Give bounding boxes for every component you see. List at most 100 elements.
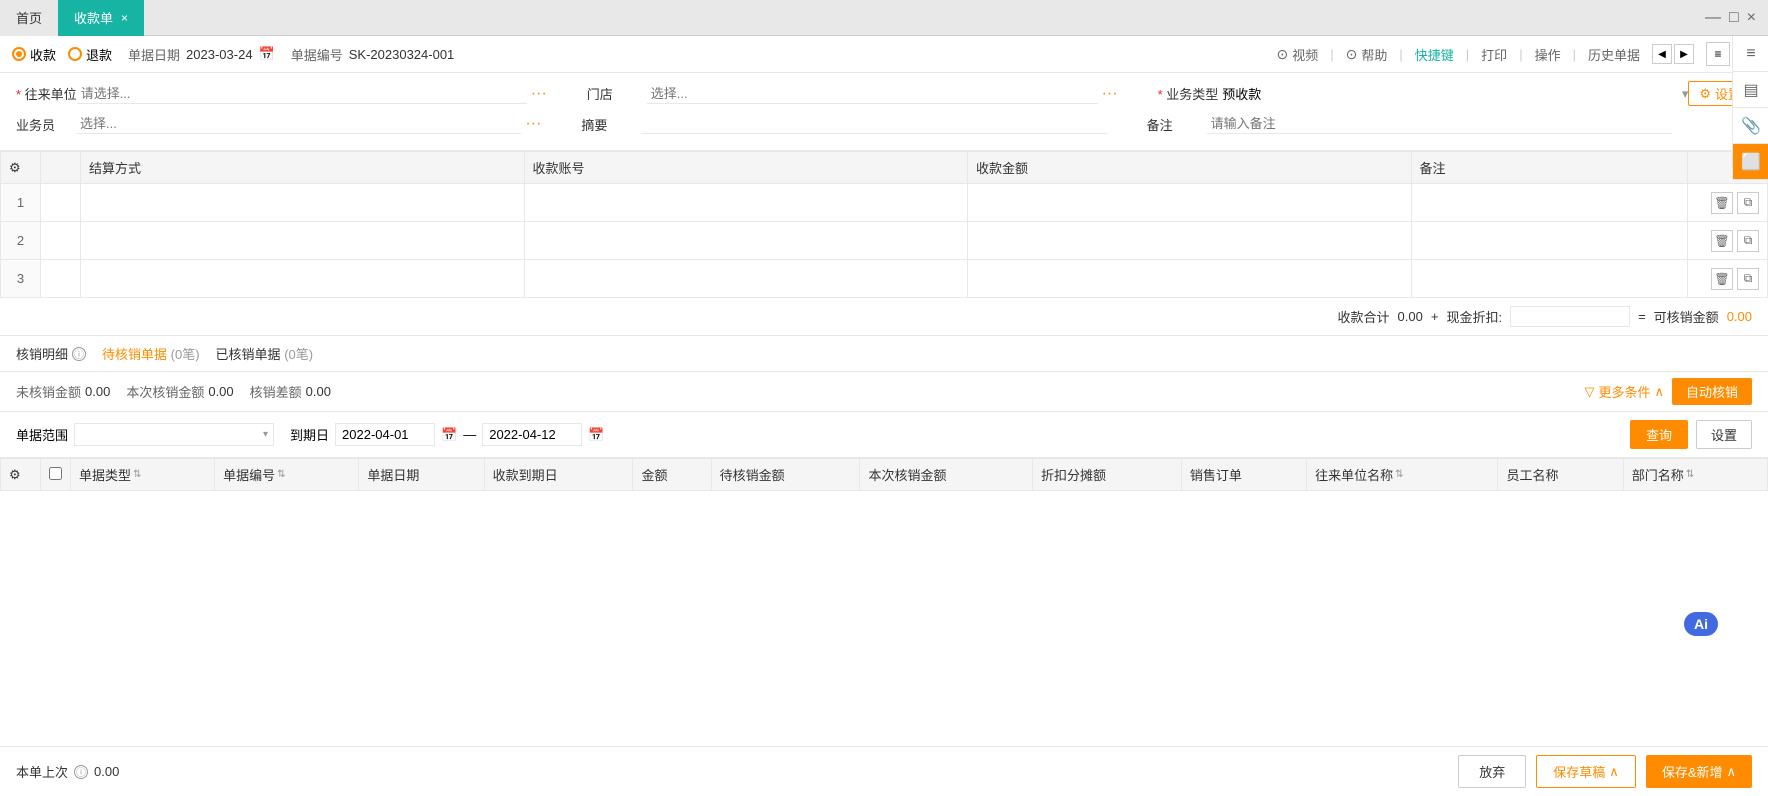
notes-field: 备注 <box>1147 114 1672 134</box>
shortcut-btn[interactable]: 快捷键 <box>1415 45 1454 64</box>
row-2-amount[interactable] <box>968 222 1412 260</box>
form-row-1: 往来单位 ··· 门店 ··· 业务类型 预收款 ▾ ⚙ 设置 <box>16 81 1752 106</box>
radio-tuikuan[interactable]: 退款 <box>68 45 112 64</box>
summary-input[interactable] <box>641 114 1106 134</box>
data-table-section: ⚙ 结算方式 收款账号 收款金额 备注 操作 <box>0 151 1768 298</box>
row-1-delete-btn[interactable]: 🗑 <box>1711 192 1733 214</box>
right-panel-icon-1[interactable]: ≡ <box>1733 36 1768 72</box>
auto-writeoff-btn[interactable]: 自动核销 <box>1672 378 1752 405</box>
salesperson-label: 业务员 <box>16 115 76 134</box>
shop-more-btn[interactable]: ··· <box>1102 85 1118 103</box>
maximize-icon[interactable]: □ <box>1729 9 1739 27</box>
business-type-value: 预收款 <box>1218 82 1682 105</box>
toolbar-right: ⊙ 视频 | ⊙ 帮助 | 快捷键 | 打印 | 操作 | 历史单据 <box>1276 42 1756 66</box>
row-1-account[interactable] <box>524 184 968 222</box>
calendar-to-icon[interactable]: 📅 <box>588 427 604 443</box>
abandon-btn[interactable]: 放弃 <box>1458 755 1526 788</box>
right-panel-icon-3[interactable]: 📎 <box>1733 108 1768 144</box>
calendar-from-icon[interactable]: 📅 <box>441 427 457 443</box>
row-1-notes[interactable] <box>1411 184 1687 222</box>
row-2-notes[interactable] <box>1411 222 1687 260</box>
tab-home-label: 首页 <box>16 8 42 27</box>
salesperson-input[interactable] <box>76 114 521 134</box>
col-sales-order-label: 销售订单 <box>1190 468 1242 483</box>
close-icon[interactable]: × <box>1747 9 1756 27</box>
radio-shoukuan[interactable]: 收款 <box>12 45 56 64</box>
col-doc-num-label: 单据编号 <box>223 465 275 484</box>
print-btn[interactable]: 打印 <box>1481 45 1507 64</box>
bench-info-icon[interactable]: ⓘ <box>74 765 88 779</box>
table-row: 3 🗑 ⧉ <box>1 260 1768 298</box>
range-select-wrap: ▾ <box>74 423 274 446</box>
notes-col-label: 备注 <box>1420 161 1446 176</box>
table-settings-btn[interactable]: 设置 <box>1696 420 1752 449</box>
table-row: 1 🗑 ⧉ <box>1 184 1768 222</box>
summary-label: 摘要 <box>581 115 641 134</box>
bottom-checkbox-header <box>41 459 71 491</box>
date-value[interactable]: 2023-03-24 <box>186 47 253 62</box>
row-3-actions: 🗑 ⧉ <box>1688 260 1768 298</box>
shop-input[interactable] <box>647 84 1098 104</box>
row-3-delete-btn[interactable]: 🗑 <box>1711 268 1733 290</box>
row-3-copy-btn[interactable]: ⧉ <box>1737 268 1759 290</box>
row-1-copy-btn[interactable]: ⧉ <box>1737 192 1759 214</box>
number-value[interactable]: SK-20230324-001 <box>349 47 455 62</box>
tab-home[interactable]: 首页 <box>0 0 58 36</box>
save-draft-btn[interactable]: 保存草稿 ∧ <box>1536 755 1636 788</box>
tab-current[interactable]: 收款单 × <box>58 0 144 36</box>
table-gear-header[interactable]: ⚙ <box>1 152 41 184</box>
row-3-account[interactable] <box>524 260 968 298</box>
row-2-account[interactable] <box>524 222 968 260</box>
notes-input[interactable] <box>1207 114 1672 134</box>
total-value: 0.00 <box>1398 309 1423 324</box>
nav-next[interactable]: ▶ <box>1674 44 1694 64</box>
minimize-icon[interactable]: — <box>1705 9 1721 27</box>
table-settlement-header: 结算方式 <box>81 152 525 184</box>
row-1-amount[interactable] <box>968 184 1412 222</box>
select-all-checkbox[interactable] <box>49 467 62 480</box>
col-doc-date: 单据日期 <box>359 459 484 491</box>
row-3-notes[interactable] <box>1411 260 1687 298</box>
row-3-settlement[interactable] <box>81 260 525 298</box>
range-label: 单据范围 <box>16 425 68 444</box>
bottom-gear-header[interactable]: ⚙ <box>1 459 41 491</box>
range-select[interactable] <box>74 423 274 446</box>
more-conditions-label: 更多条件 <box>1598 382 1650 401</box>
row-3-amount[interactable] <box>968 260 1412 298</box>
save-new-btn[interactable]: 保存&新增 ∧ <box>1646 755 1752 788</box>
partner-more-btn[interactable]: ··· <box>531 85 547 103</box>
ai-badge[interactable]: Ai <box>1684 612 1718 636</box>
nav-prev[interactable]: ◀ <box>1652 44 1672 64</box>
calendar-icon[interactable]: 📅 <box>259 46 275 62</box>
query-btn[interactable]: 查询 <box>1630 420 1688 449</box>
partner-input[interactable] <box>77 84 527 104</box>
video-btn[interactable]: ⊙ 视频 <box>1276 45 1318 64</box>
date-from-input[interactable] <box>335 423 435 446</box>
shortcut-label: 快捷键 <box>1415 45 1454 64</box>
partner-field: 往来单位 ··· <box>16 84 547 104</box>
row-2-copy-btn[interactable]: ⧉ <box>1737 230 1759 252</box>
history-label: 历史单据 <box>1588 45 1640 64</box>
completed-tab[interactable]: 已核销单据 (0笔) <box>216 344 314 363</box>
right-panel-icon-2[interactable]: ▤ <box>1733 72 1768 108</box>
pending-tab[interactable]: 待核销单据 (0笔) <box>102 344 200 363</box>
info-icon[interactable]: ⓘ <box>72 347 86 361</box>
history-btn[interactable]: 历史单据 <box>1588 45 1640 64</box>
right-panel-icon-4[interactable]: ⬜ <box>1733 144 1768 180</box>
discount-input[interactable] <box>1510 306 1630 327</box>
row-1-settlement[interactable] <box>81 184 525 222</box>
date-to-input[interactable] <box>482 423 582 446</box>
number-field: 单据编号 SK-20230324-001 <box>291 45 455 64</box>
view-list-icon[interactable]: ≡ <box>1706 42 1730 66</box>
diff-label: 核销差额 <box>250 382 302 401</box>
tab-close-icon[interactable]: × <box>121 11 128 25</box>
row-2-settlement[interactable] <box>81 222 525 260</box>
salesperson-more-btn[interactable]: ··· <box>525 115 541 133</box>
operation-btn[interactable]: 操作 <box>1535 45 1561 64</box>
available-value: 0.00 <box>1727 309 1752 324</box>
unverified-stat: 未核销金额 0.00 <box>16 382 110 401</box>
more-conditions-btn[interactable]: ▽ 更多条件 ∧ <box>1584 382 1664 401</box>
help-btn[interactable]: ⊙ 帮助 <box>1346 45 1388 64</box>
row-2-delete-btn[interactable]: 🗑 <box>1711 230 1733 252</box>
save-draft-label: 保存草稿 <box>1553 762 1605 781</box>
